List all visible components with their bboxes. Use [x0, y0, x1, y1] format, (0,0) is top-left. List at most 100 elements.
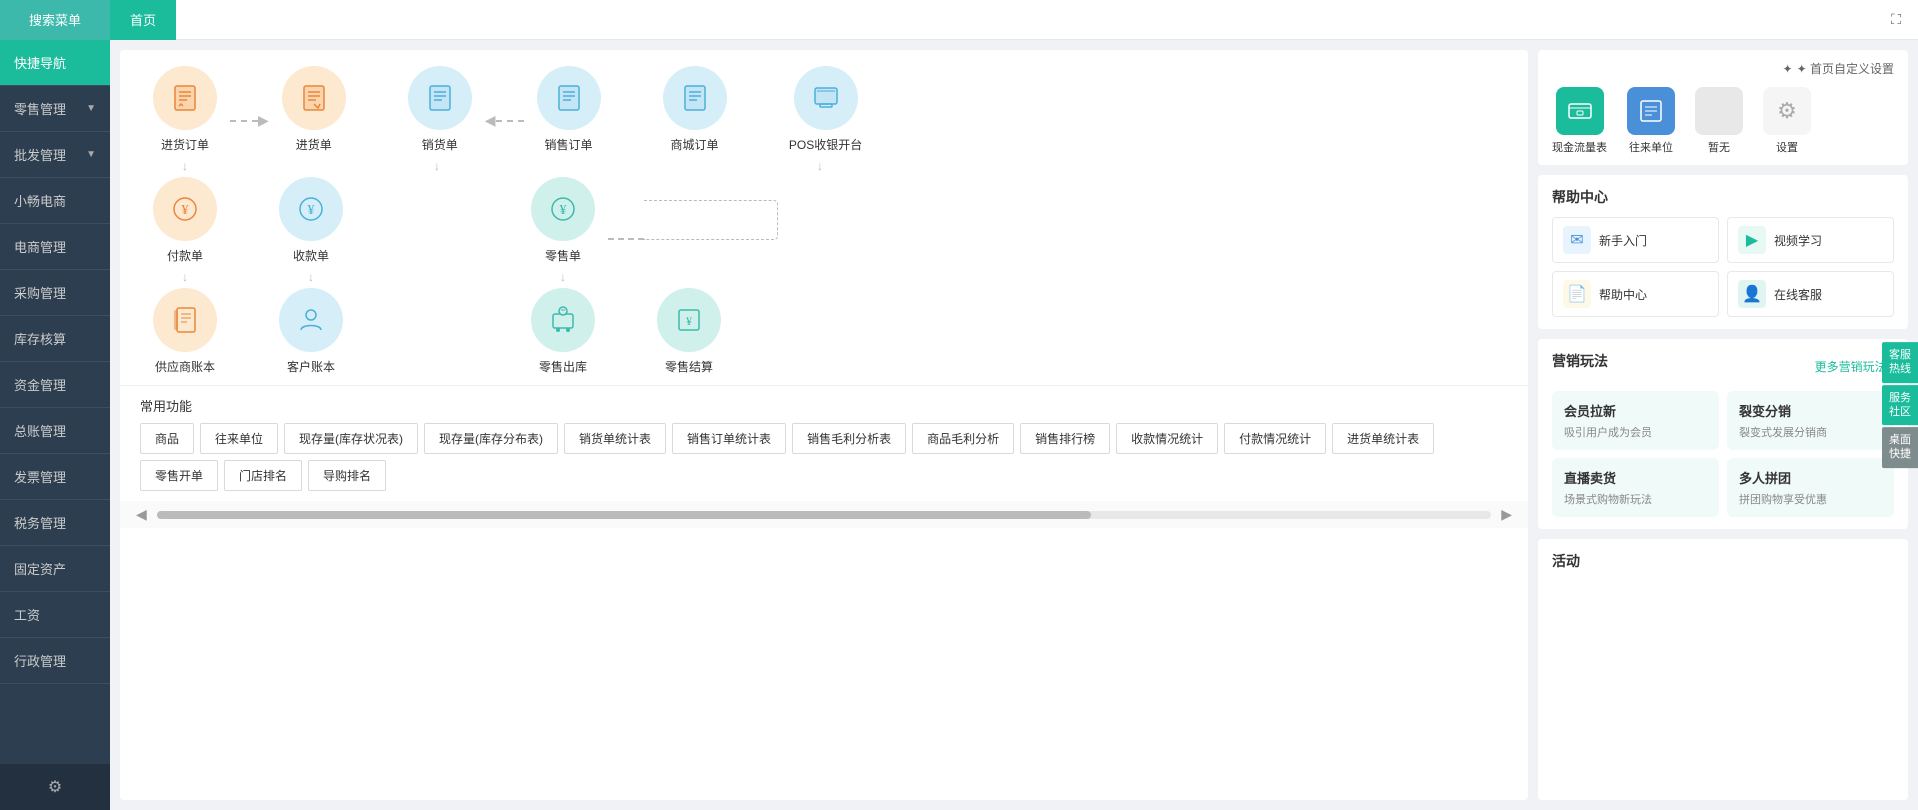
sidebar-item-retail[interactable]: 零售管理 ▼ [0, 86, 110, 132]
sidebar-item-wholesale[interactable]: 批发管理 ▼ [0, 132, 110, 178]
marketing-item-title: 会员拉新 [1564, 401, 1707, 420]
marketing-item-member[interactable]: 会员拉新 吸引用户成为会员 [1552, 391, 1719, 450]
floating-buttons: 客服热线 服务社区 桌面快捷 [1882, 342, 1918, 468]
home-tab[interactable]: 首页 [110, 0, 176, 40]
node-sales-bill[interactable]: 销货单 [395, 66, 485, 153]
float-btn-shortcut[interactable]: 桌面快捷 [1882, 427, 1918, 468]
sidebar-settings-btn[interactable]: ⚙ [0, 764, 110, 810]
quick-access-panel: ✦ ✦ 首页自定义设置 现金流量表 [1538, 50, 1908, 165]
func-btn-sales-stat[interactable]: 销货单统计表 [564, 423, 666, 454]
func-btn-stock2[interactable]: 现存量(库存分布表) [424, 423, 558, 454]
marketing-item-live[interactable]: 直播卖货 场景式购物新玩法 [1552, 458, 1719, 517]
fullscreen-button[interactable]: ⛶ [1884, 8, 1908, 32]
float-btn-service[interactable]: 客服热线 [1882, 342, 1918, 383]
help-item-help[interactable]: 📄 帮助中心 [1552, 271, 1719, 317]
node-purchase-order[interactable]: 进货订单 [140, 66, 230, 153]
node-purchase-bill[interactable]: 进货单 [269, 66, 359, 153]
quick-icon-cashflow[interactable]: 现金流量表 [1552, 87, 1607, 155]
marketing-item-title: 多人拼团 [1739, 468, 1882, 487]
chevron-down-icon: ▼ [86, 149, 96, 160]
func-btn-purchase-stat[interactable]: 进货单统计表 [1332, 423, 1434, 454]
sidebar-item-label: 总账管理 [14, 421, 66, 440]
marketing-grid: 会员拉新 吸引用户成为会员 裂变分销 裂变式发展分销商 直播卖货 场景式购物新玩… [1552, 391, 1894, 517]
sidebar-item-label: 零售管理 [14, 99, 66, 118]
func-btn-payment-stat[interactable]: 付款情况统计 [1224, 423, 1326, 454]
activity-panel: 活动 [1538, 539, 1908, 800]
sidebar-item-ecommsmall[interactable]: 小畅电商 [0, 178, 110, 224]
common-functions: 常用功能 商品 往来单位 现存量(库存状况表) 现存量(库存分布表) 销货单统计… [120, 385, 1528, 501]
func-btn-gross[interactable]: 销售毛利分析表 [792, 423, 906, 454]
scroll-left-arrow[interactable]: ◀ [130, 504, 153, 525]
node-receipt[interactable]: ¥ 收款单 [266, 177, 356, 264]
float-btn-community[interactable]: 服务社区 [1882, 385, 1918, 426]
sidebar-item-label: 批发管理 [14, 145, 66, 164]
sidebar-item-assets[interactable]: 固定资产 [0, 546, 110, 592]
scroll-right-arrow[interactable]: ▶ [1495, 504, 1518, 525]
sidebar-item-label: 快捷导航 [14, 53, 66, 72]
horizontal-scrollbar[interactable]: ◀ ▶ [120, 501, 1528, 528]
node-payment[interactable]: ¥ 付款单 [140, 177, 230, 264]
sidebar-item-payroll[interactable]: 工资 [0, 592, 110, 638]
svg-text:¥: ¥ [182, 203, 189, 218]
node-sales-order[interactable]: 销售订单 [524, 66, 614, 153]
node-retail-bill[interactable]: ¥ 零售单 [518, 177, 608, 264]
help-item-video[interactable]: ▶ 视频学习 [1727, 217, 1894, 263]
func-btn-store-ranking[interactable]: 门店排名 [224, 460, 302, 491]
node-icon [794, 66, 858, 130]
sidebar-item-quicknav[interactable]: 快捷导航 [0, 40, 110, 86]
chevron-down-icon: ▼ [86, 103, 96, 114]
marketing-title: 营销玩法 [1552, 351, 1608, 371]
quick-icon-none[interactable]: 暂无 [1695, 87, 1743, 155]
scroll-track[interactable] [157, 511, 1491, 519]
func-btn-retail-order[interactable]: 零售开单 [140, 460, 218, 491]
help-item-beginner[interactable]: ✉ 新手入门 [1552, 217, 1719, 263]
sidebar-item-finance[interactable]: 资金管理 [0, 362, 110, 408]
sidebar-item-admin[interactable]: 行政管理 [0, 638, 110, 684]
func-btn-goods-gross[interactable]: 商品毛利分析 [912, 423, 1014, 454]
node-icon: ¥ [153, 177, 217, 241]
quick-icon-label: 暂无 [1708, 139, 1730, 155]
func-btn-stock1[interactable]: 现存量(库存状况表) [284, 423, 418, 454]
node-mall-order[interactable]: 商城订单 [650, 66, 740, 153]
node-icon [279, 288, 343, 352]
func-btn-goods[interactable]: 商品 [140, 423, 194, 454]
func-btn-ranking[interactable]: 销售排行榜 [1020, 423, 1110, 454]
node-label: 销售订单 [545, 136, 593, 153]
sidebar-item-ecommerce[interactable]: 电商管理 [0, 224, 110, 270]
sidebar-item-invoice[interactable]: 发票管理 [0, 454, 110, 500]
node-icon: ¥ [531, 177, 595, 241]
quick-icon-settings[interactable]: ⚙ 设置 [1763, 87, 1811, 155]
marketing-item-title: 裂变分销 [1739, 401, 1882, 420]
node-label: POS收银开台 [789, 136, 862, 153]
func-btn-salesorder-stat[interactable]: 销售订单统计表 [672, 423, 786, 454]
sidebar-item-inventory[interactable]: 库存核算 [0, 316, 110, 362]
none-icon [1695, 87, 1743, 135]
node-retail-settlement[interactable]: ¥ 零售结算 [644, 288, 734, 375]
help-item-service[interactable]: 👤 在线客服 [1727, 271, 1894, 317]
node-icon [153, 288, 217, 352]
sidebar-item-purchase[interactable]: 采购管理 [0, 270, 110, 316]
marketing-item-fission[interactable]: 裂变分销 裂变式发展分销商 [1727, 391, 1894, 450]
node-label: 零售单 [545, 247, 581, 264]
marketing-item-group[interactable]: 多人拼团 拼团购物享受优惠 [1727, 458, 1894, 517]
sidebar-item-tax[interactable]: 税务管理 [0, 500, 110, 546]
sidebar-item-label: 电商管理 [14, 237, 66, 256]
node-supplier-book[interactable]: 供应商账本 [140, 288, 230, 375]
marketing-header: 营销玩法 更多营销玩法 › [1552, 351, 1894, 381]
func-btn-guide-ranking[interactable]: 导购排名 [308, 460, 386, 491]
func-btn-receipt-stat[interactable]: 收款情况统计 [1116, 423, 1218, 454]
search-menu-btn[interactable]: 搜索菜单 [0, 0, 110, 40]
main-layout: 快捷导航 零售管理 ▼ 批发管理 ▼ 小畅电商 电商管理 采购管理 库存核算 资… [0, 40, 1918, 810]
content-area: 进货订单 ▶ [110, 40, 1918, 810]
node-customer-book[interactable]: 客户账本 [266, 288, 356, 375]
node-retail-outbound[interactable]: 零售出库 [518, 288, 608, 375]
svg-text:¥: ¥ [560, 203, 567, 218]
customize-homepage-btn[interactable]: ✦ ✦ 首页自定义设置 [1783, 60, 1894, 77]
quick-access-header: ✦ ✦ 首页自定义设置 [1552, 60, 1894, 77]
func-btn-contacts[interactable]: 往来单位 [200, 423, 278, 454]
quick-icon-contacts[interactable]: 往来单位 [1627, 87, 1675, 155]
node-pos[interactable]: POS收银开台 [776, 66, 876, 153]
node-label: 销货单 [422, 136, 458, 153]
sidebar-item-ledger[interactable]: 总账管理 [0, 408, 110, 454]
help-center-title: 帮助中心 [1552, 187, 1894, 207]
